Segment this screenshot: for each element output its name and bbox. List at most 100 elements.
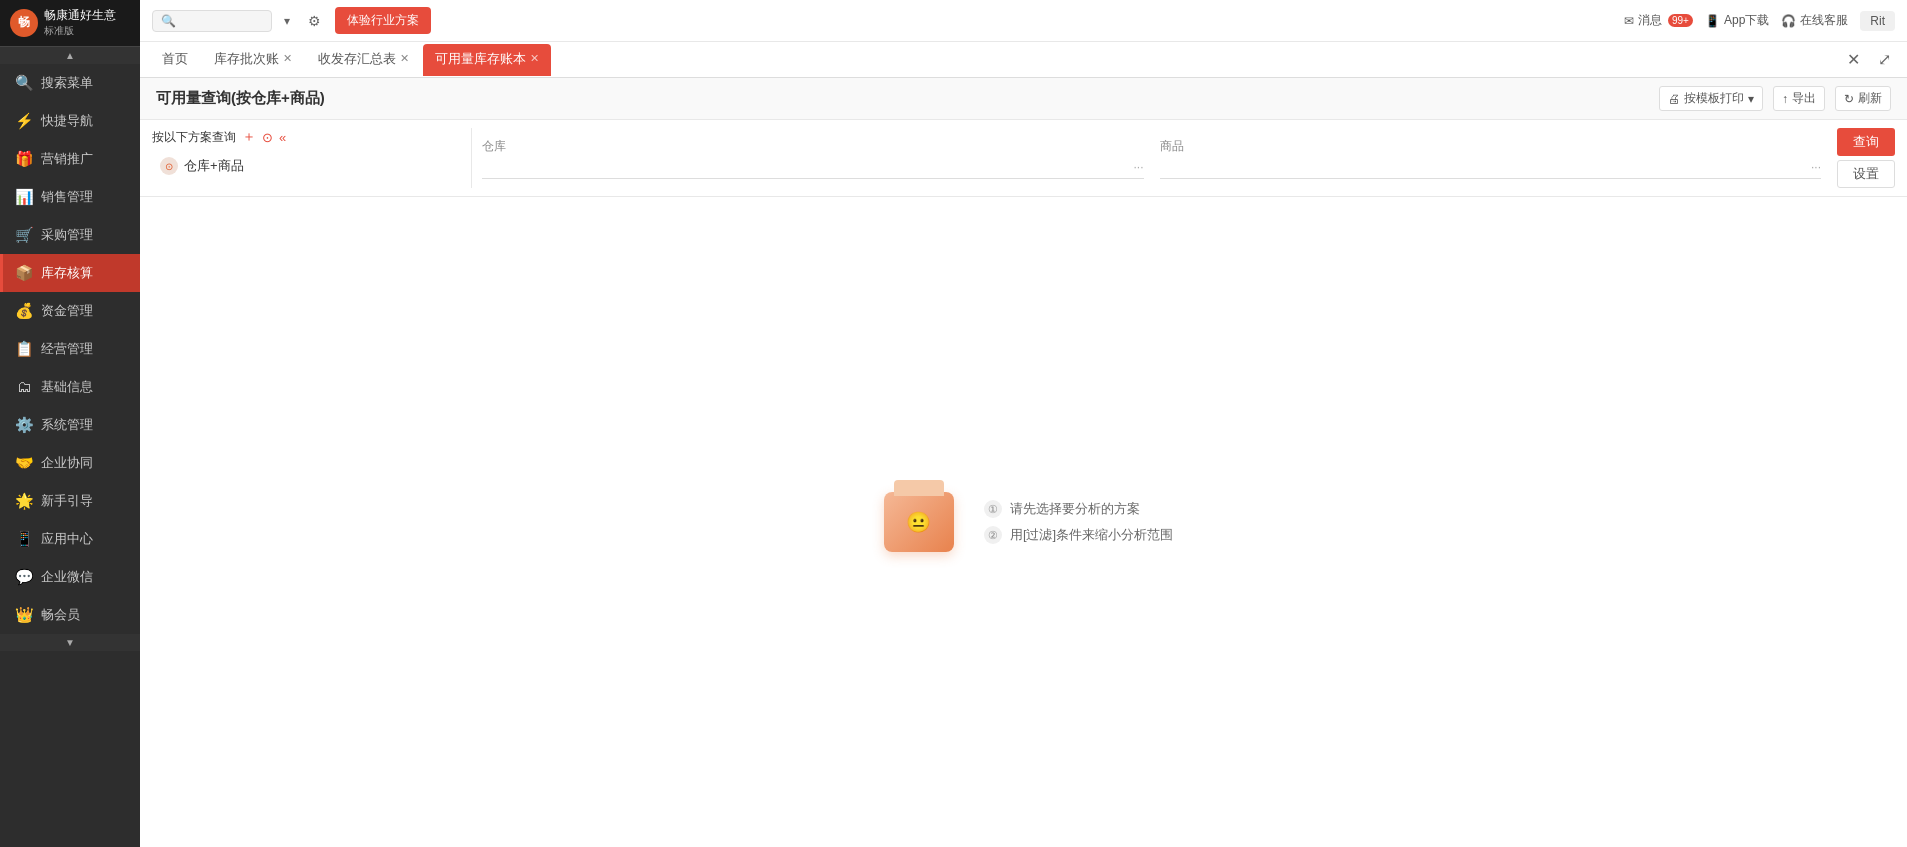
goods-input-wrapper: ··· xyxy=(1160,157,1822,179)
empty-hints: ① 请先选择要分析的方案 ② 用[过滤]条件来缩小分析范围 xyxy=(984,500,1173,544)
chart-icon: 📊 xyxy=(15,188,33,206)
tab-home[interactable]: 首页 xyxy=(150,44,200,76)
refresh-btn[interactable]: ↻ 刷新 xyxy=(1835,86,1891,111)
sidebar-item-search[interactable]: 🔍 搜索菜单 xyxy=(0,64,140,102)
hint-text-1: 请先选择要分析的方案 xyxy=(1010,500,1140,518)
tab-available[interactable]: 可用量库存账本 ✕ xyxy=(423,44,551,76)
message-btn[interactable]: ✉ 消息 99+ xyxy=(1624,12,1693,29)
hint-text-2: 用[过滤]条件来缩小分析范围 xyxy=(1010,526,1173,544)
headset-icon: 🎧 xyxy=(1781,14,1796,28)
shortcut-icon: ⚡ xyxy=(15,112,33,130)
page-title: 可用量查询(按仓库+商品) xyxy=(156,89,325,108)
warehouse-input[interactable] xyxy=(482,160,1129,175)
sidebar-badge: 标准版 xyxy=(44,24,116,38)
export-btn[interactable]: ↑ 导出 xyxy=(1773,86,1825,111)
handshake-icon: 🤝 xyxy=(15,454,33,472)
mobile-icon: 📱 xyxy=(15,530,33,548)
sidebar-item-shortcut[interactable]: ⚡ 快捷导航 xyxy=(0,102,140,140)
sidebar-item-system[interactable]: ⚙️ 系统管理 xyxy=(0,406,140,444)
hint-num-1: ① xyxy=(984,500,1002,518)
sidebar-item-basic[interactable]: 🗂 基础信息 xyxy=(0,368,140,406)
cart-icon: 🛒 xyxy=(15,226,33,244)
warehouse-more-btn[interactable]: ··· xyxy=(1133,160,1143,174)
warehouse-input-wrapper: ··· xyxy=(482,157,1144,179)
crown-icon: 👑 xyxy=(15,606,33,624)
goods-input[interactable] xyxy=(1160,160,1807,175)
sidebar-scroll-down[interactable]: ▼ xyxy=(0,634,140,651)
sidebar-item-enterprise[interactable]: 🤝 企业协同 xyxy=(0,444,140,482)
folder-icon: 🗂 xyxy=(15,378,33,396)
message-icon: ✉ xyxy=(1624,14,1634,28)
sidebar-item-inventory[interactable]: 📦 库存核算 xyxy=(0,254,140,292)
tabs-bar: 首页 库存批次账 ✕ 收发存汇总表 ✕ 可用量库存账本 ✕ ✕ ⤢ xyxy=(140,42,1907,78)
sidebar-item-member[interactable]: 👑 畅会员 xyxy=(0,596,140,634)
empty-state: 😐 ① 请先选择要分析的方案 ② 用[过滤]条件来缩小分析范围 xyxy=(874,477,1173,567)
user-avatar[interactable]: Rit xyxy=(1860,11,1895,31)
warehouse-label: 仓库 xyxy=(482,138,1144,155)
star-icon: 🌟 xyxy=(15,492,33,510)
content-area: 😐 ① 请先选择要分析的方案 ② 用[过滤]条件来缩小分析范围 xyxy=(140,197,1907,847)
print-icon: 🖨 xyxy=(1668,92,1680,106)
query-left-header: 按以下方案查询 ＋ ⊙ « xyxy=(152,128,461,146)
sidebar-item-wechat[interactable]: 💬 企业微信 xyxy=(0,558,140,596)
sidebar-title: 畅康通好生意 xyxy=(44,8,116,24)
sidebar-item-app[interactable]: 📱 应用中心 xyxy=(0,520,140,558)
tab-summary[interactable]: 收发存汇总表 ✕ xyxy=(306,44,421,76)
query-btn[interactable]: 查询 xyxy=(1837,128,1895,156)
page-header: 可用量查询(按仓库+商品) 🖨 按模板打印 ▾ ↑ 导出 ↻ 刷新 xyxy=(140,78,1907,120)
message-badge: 99+ xyxy=(1668,14,1693,27)
sidebar-logo: 畅 xyxy=(10,9,38,37)
query-fields: 仓库 ··· 商品 ··· 查询 设置 xyxy=(482,128,1895,188)
tab-batch[interactable]: 库存批次账 ✕ xyxy=(202,44,304,76)
tab-batch-close[interactable]: ✕ xyxy=(283,52,292,65)
close-all-btn[interactable]: ✕ xyxy=(1841,48,1866,71)
sidebar-scroll-up[interactable]: ▲ xyxy=(0,47,140,64)
expand-btn[interactable]: ⤢ xyxy=(1872,48,1897,71)
query-left-panel: 按以下方案查询 ＋ ⊙ « ⊙ 仓库+商品 xyxy=(152,128,472,188)
query-area: 按以下方案查询 ＋ ⊙ « ⊙ 仓库+商品 仓库 ··· xyxy=(140,120,1907,197)
empty-box: 😐 xyxy=(884,492,954,552)
topbar-right: ✉ 消息 99+ 📱 App下载 🎧 在线客服 Rit xyxy=(1624,11,1895,31)
trial-button[interactable]: 体验行业方案 xyxy=(335,7,431,34)
topbar-dropdown-btn[interactable]: ▾ xyxy=(280,12,294,30)
empty-hint-1: ① 请先选择要分析的方案 xyxy=(984,500,1173,518)
goods-more-btn[interactable]: ··· xyxy=(1811,160,1821,174)
sidebar-item-newbie[interactable]: 🌟 新手引导 xyxy=(0,482,140,520)
main-content: 🔍 ▾ ⚙ 体验行业方案 ✉ 消息 99+ 📱 App下载 🎧 在线客服 Rit xyxy=(140,0,1907,847)
chat-icon: 💬 xyxy=(15,568,33,586)
app-download-btn[interactable]: 📱 App下载 xyxy=(1705,12,1769,29)
sidebar: 畅 畅康通好生意 标准版 ▲ 🔍 搜索菜单 ⚡ 快捷导航 🎁 营销推广 📊 销售… xyxy=(0,0,140,847)
topbar-search-box[interactable]: 🔍 xyxy=(152,10,272,32)
service-btn[interactable]: 🎧 在线客服 xyxy=(1781,12,1848,29)
search-input[interactable] xyxy=(180,14,260,28)
query-buttons: 查询 设置 xyxy=(1837,128,1895,188)
sidebar-header: 畅 畅康通好生意 标准版 xyxy=(0,0,140,47)
sidebar-item-purchase[interactable]: 🛒 采购管理 xyxy=(0,216,140,254)
topbar: 🔍 ▾ ⚙ 体验行业方案 ✉ 消息 99+ 📱 App下载 🎧 在线客服 Rit xyxy=(140,0,1907,42)
print-dropdown-icon: ▾ xyxy=(1748,92,1754,106)
add-scheme-btn[interactable]: ＋ xyxy=(242,128,256,146)
box-icon: 📦 xyxy=(15,264,33,282)
export-icon: ↑ xyxy=(1782,92,1788,106)
gear-icon: ⚙️ xyxy=(15,416,33,434)
search-icon: 🔍 xyxy=(15,74,33,92)
goods-field: 商品 ··· xyxy=(1160,138,1822,179)
sidebar-item-sales[interactable]: 📊 销售管理 xyxy=(0,178,140,216)
tab-available-close[interactable]: ✕ xyxy=(530,52,539,65)
print-btn[interactable]: 🖨 按模板打印 ▾ xyxy=(1659,86,1763,111)
sidebar-item-marketing[interactable]: 🎁 营销推广 xyxy=(0,140,140,178)
collapse-btn[interactable]: « xyxy=(279,130,286,145)
setting-btn[interactable]: 设置 xyxy=(1837,160,1895,188)
money-icon: 💰 xyxy=(15,302,33,320)
topbar-gear-btn[interactable]: ⚙ xyxy=(302,11,327,31)
scheme-icon: ⊙ xyxy=(160,157,178,175)
page-actions: 🖨 按模板打印 ▾ ↑ 导出 ↻ 刷新 xyxy=(1659,86,1891,111)
sidebar-item-operations[interactable]: 📋 经营管理 xyxy=(0,330,140,368)
tabs-actions: ✕ ⤢ xyxy=(1841,48,1897,71)
empty-box-face: 😐 xyxy=(906,510,931,534)
scheme-item-warehouse-goods[interactable]: ⊙ 仓库+商品 xyxy=(152,152,461,180)
sidebar-item-finance[interactable]: 💰 资金管理 xyxy=(0,292,140,330)
warehouse-field: 仓库 ··· xyxy=(482,138,1144,179)
tab-summary-close[interactable]: ✕ xyxy=(400,52,409,65)
settings-scheme-btn[interactable]: ⊙ xyxy=(262,130,273,145)
